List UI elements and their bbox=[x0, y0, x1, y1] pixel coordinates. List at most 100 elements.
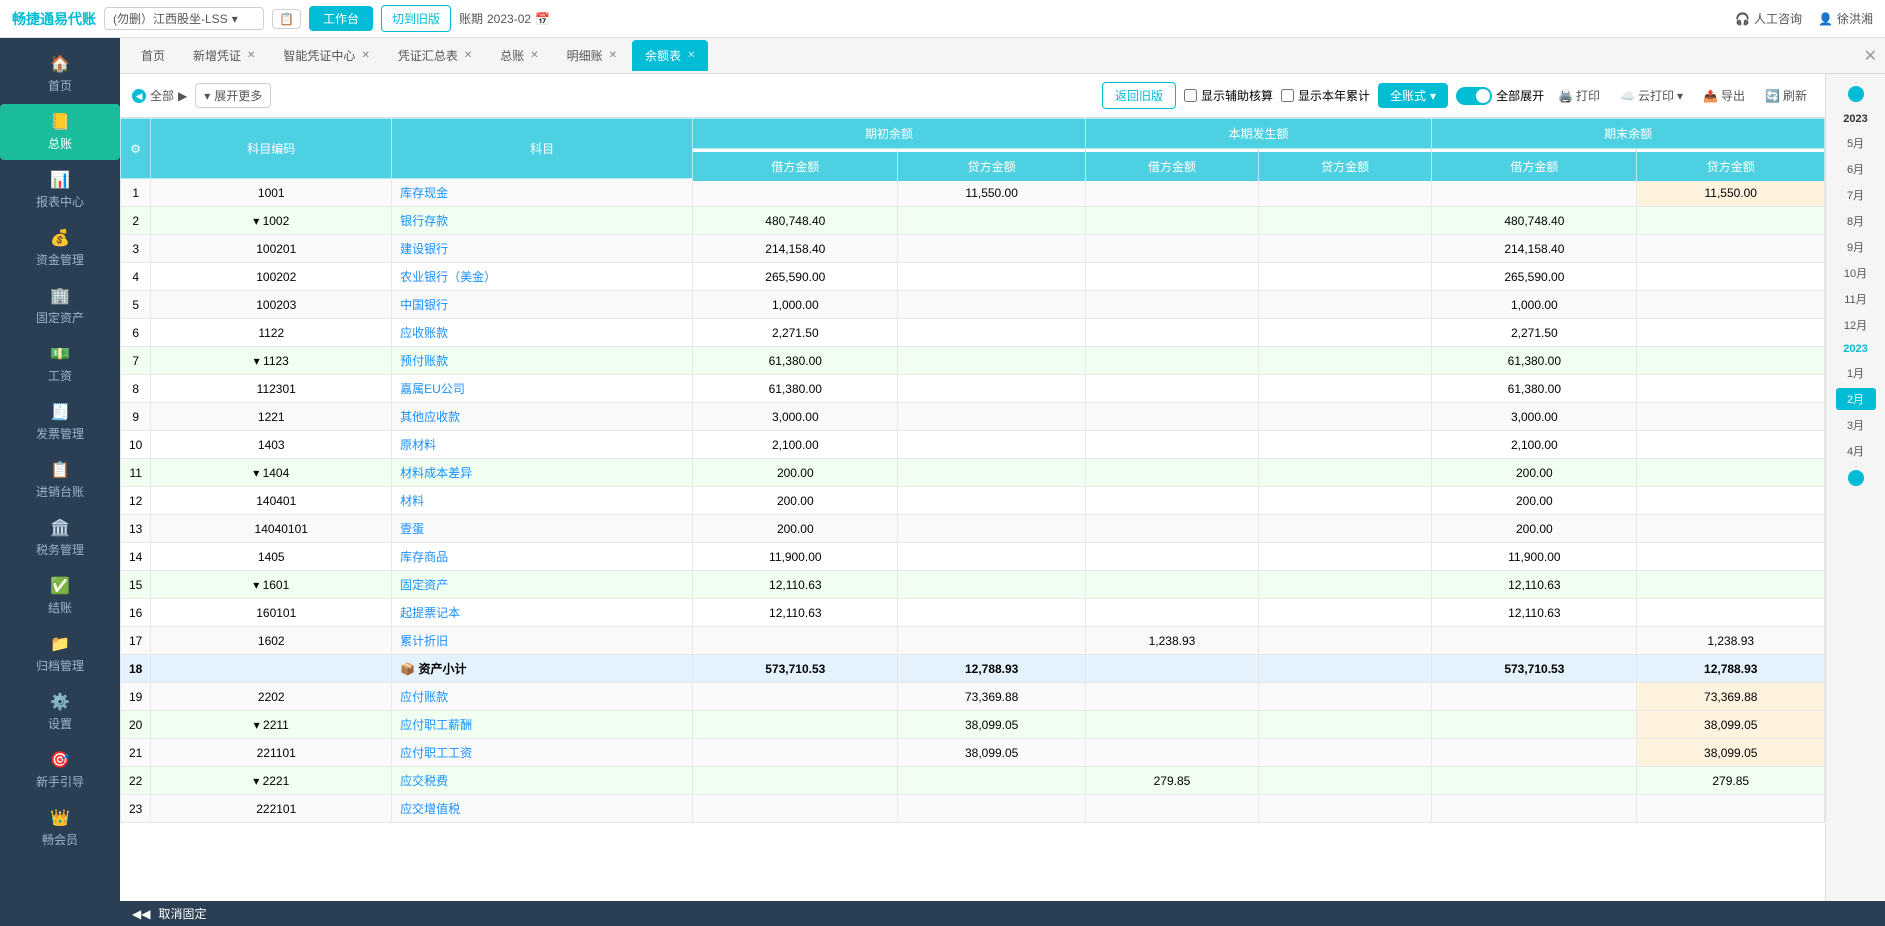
account-name[interactable]: 材料 bbox=[392, 487, 693, 515]
account-name[interactable]: 应付职工工资 bbox=[392, 739, 693, 767]
export-btn[interactable]: 📤 导出 bbox=[1697, 83, 1751, 108]
account-name[interactable]: 中国银行 bbox=[392, 291, 693, 319]
month-2-active[interactable]: 2月 bbox=[1836, 388, 1876, 410]
account-name-link[interactable]: 嘉属EU公司 bbox=[400, 382, 465, 396]
account-name[interactable]: 应收账款 bbox=[392, 319, 693, 347]
month-3[interactable]: 3月 bbox=[1836, 414, 1876, 436]
sidebar-item-funds[interactable]: 💰 资金管理 bbox=[0, 220, 120, 276]
account-name[interactable]: 建设银行 bbox=[392, 235, 693, 263]
month-7[interactable]: 7月 bbox=[1836, 184, 1876, 206]
tab-home[interactable]: 首页 bbox=[128, 40, 178, 71]
account-name[interactable]: 固定资产 bbox=[392, 571, 693, 599]
account-name[interactable]: 材料成本差异 bbox=[392, 459, 693, 487]
cloud-print-btn[interactable]: ☁️ 云打印 ▾ bbox=[1614, 83, 1689, 108]
aux-checkbox-input[interactable] bbox=[1184, 89, 1197, 102]
month-12[interactable]: 12月 bbox=[1836, 314, 1876, 336]
account-name[interactable]: 起提票记本 bbox=[392, 599, 693, 627]
consult-btn[interactable]: 🎧 人工咨询 bbox=[1735, 10, 1802, 27]
breadcrumb-all[interactable]: ◀ 全部 ▶ bbox=[132, 87, 187, 104]
account-name-link[interactable]: 库存现金 bbox=[400, 186, 448, 200]
sidebar-item-guide[interactable]: 🎯 新手引导 bbox=[0, 742, 120, 798]
account-name[interactable]: 应交税费 bbox=[392, 767, 693, 795]
user-menu[interactable]: 👤 徐洪湘 bbox=[1818, 10, 1873, 27]
tab-new-voucher[interactable]: 新增凭证 ✕ bbox=[180, 40, 268, 71]
account-name-link[interactable]: 预付账款 bbox=[400, 354, 448, 368]
table-container[interactable]: ⚙ 科目编码 科目 期初余额 本期发生额 期末余额 借方金额 贷方金额 借方金额 bbox=[120, 118, 1825, 901]
tab-voucher-summary[interactable]: 凭证汇总表 ✕ bbox=[385, 40, 485, 71]
month-8[interactable]: 8月 bbox=[1836, 210, 1876, 232]
month-9[interactable]: 9月 bbox=[1836, 236, 1876, 258]
account-name[interactable]: 应交增值税 bbox=[392, 795, 693, 823]
account-name-link[interactable]: 壹蛋 bbox=[400, 522, 424, 536]
tab-smart-voucher[interactable]: 智能凭证中心 ✕ bbox=[270, 40, 382, 71]
tab-detail-ledger-close[interactable]: ✕ bbox=[609, 50, 617, 61]
tab-smart-voucher-close[interactable]: ✕ bbox=[361, 50, 369, 61]
toggle-switch[interactable] bbox=[1456, 87, 1492, 105]
month-10[interactable]: 10月 bbox=[1836, 262, 1876, 284]
tab-voucher-summary-close[interactable]: ✕ bbox=[464, 50, 472, 61]
close-all-tabs[interactable]: ✕ bbox=[1864, 46, 1877, 66]
account-name[interactable]: 原材料 bbox=[392, 431, 693, 459]
month-4[interactable]: 4月 bbox=[1836, 440, 1876, 462]
month-5[interactable]: 5月 bbox=[1836, 132, 1876, 154]
account-name[interactable]: 应付账款 bbox=[392, 683, 693, 711]
account-name-link[interactable]: 银行存款 bbox=[400, 214, 448, 228]
copy-button[interactable]: 📋 bbox=[272, 9, 301, 29]
sidebar-item-invoice[interactable]: 🧾 发票管理 bbox=[0, 394, 120, 450]
sidebar-item-settings[interactable]: ⚙️ 设置 bbox=[0, 684, 120, 740]
account-name-link[interactable]: 其他应收款 bbox=[400, 410, 460, 424]
account-name[interactable]: 银行存款 bbox=[392, 207, 693, 235]
month-1[interactable]: 1月 bbox=[1836, 362, 1876, 384]
account-name-link[interactable]: 建设银行 bbox=[400, 242, 448, 256]
sidebar-item-payroll[interactable]: 💵 工资 bbox=[0, 336, 120, 392]
sidebar-item-sales[interactable]: 📋 进销台账 bbox=[0, 452, 120, 508]
tab-general-ledger[interactable]: 总账 ✕ bbox=[487, 40, 551, 71]
month-11[interactable]: 11月 bbox=[1836, 288, 1876, 310]
tab-balance[interactable]: 余额表 ✕ bbox=[632, 40, 708, 71]
ytd-checkbox-input[interactable] bbox=[1281, 89, 1294, 102]
account-name[interactable]: 库存现金 bbox=[392, 179, 693, 207]
sidebar-item-ledger[interactable]: 📒 总账 bbox=[0, 104, 120, 160]
account-name-link[interactable]: 应付职工工资 bbox=[400, 746, 472, 760]
account-name[interactable]: 累计折旧 bbox=[392, 627, 693, 655]
account-name-link[interactable]: 材料 bbox=[400, 494, 424, 508]
account-name-link[interactable]: 应交增值税 bbox=[400, 802, 460, 816]
tab-new-voucher-close[interactable]: ✕ bbox=[247, 50, 255, 61]
bottom-label[interactable]: 取消固定 bbox=[158, 905, 206, 922]
account-name[interactable]: 农业银行（美金） bbox=[392, 263, 693, 291]
account-name-link[interactable]: 中国银行 bbox=[400, 298, 448, 312]
account-name-link[interactable]: 应收账款 bbox=[400, 326, 448, 340]
account-name-link[interactable]: 应交税费 bbox=[400, 774, 448, 788]
account-name-link[interactable]: 累计折旧 bbox=[400, 634, 448, 648]
account-name-link[interactable]: 应付职工薪酬 bbox=[400, 718, 472, 732]
account-name-link[interactable]: 农业银行（美金） bbox=[400, 270, 496, 284]
account-name[interactable]: 其他应收款 bbox=[392, 403, 693, 431]
month-6[interactable]: 6月 bbox=[1836, 158, 1876, 180]
tab-balance-close[interactable]: ✕ bbox=[687, 50, 695, 61]
account-name[interactable]: 嘉属EU公司 bbox=[392, 375, 693, 403]
account-name[interactable]: 应付职工薪酬 bbox=[392, 711, 693, 739]
account-name[interactable]: 预付账款 bbox=[392, 347, 693, 375]
show-ytd-checkbox[interactable]: 显示本年累计 bbox=[1281, 87, 1370, 104]
show-aux-checkbox[interactable]: 显示辅助核算 bbox=[1184, 87, 1273, 104]
panel-bottom-icon[interactable] bbox=[1848, 470, 1864, 486]
th-settings[interactable]: ⚙ bbox=[121, 119, 151, 179]
refresh-btn[interactable]: 🔄 刷新 bbox=[1759, 83, 1813, 108]
sidebar-item-tax[interactable]: 🏛️ 税务管理 bbox=[0, 510, 120, 566]
expand-all-toggle[interactable]: 全部展开 bbox=[1456, 87, 1544, 105]
sidebar-item-home[interactable]: 🏠 首页 bbox=[0, 46, 120, 102]
expand-more-btn[interactable]: ▾ 展开更多 bbox=[195, 83, 271, 108]
account-name-link[interactable]: 材料成本差异 bbox=[400, 466, 472, 480]
panel-toggle-icon[interactable] bbox=[1848, 86, 1864, 102]
sidebar-item-reports[interactable]: 📊 报表中心 bbox=[0, 162, 120, 218]
full-mode-btn[interactable]: 全账式 ▾ bbox=[1378, 83, 1448, 108]
account-name-link[interactable]: 应付账款 bbox=[400, 690, 448, 704]
old-version-button[interactable]: 切到旧版 bbox=[381, 5, 451, 32]
account-name-link[interactable]: 原材料 bbox=[400, 438, 436, 452]
tab-general-ledger-close[interactable]: ✕ bbox=[530, 50, 538, 61]
company-selector[interactable]: (勿删）江西股坐-LSS ▾ bbox=[104, 7, 264, 30]
sidebar-item-archive[interactable]: 📁 归档管理 bbox=[0, 626, 120, 682]
account-name[interactable]: 库存商品 bbox=[392, 543, 693, 571]
sidebar-item-member[interactable]: 👑 畅会员 bbox=[0, 800, 120, 856]
print-btn[interactable]: 🖨️ 打印 bbox=[1552, 83, 1606, 108]
